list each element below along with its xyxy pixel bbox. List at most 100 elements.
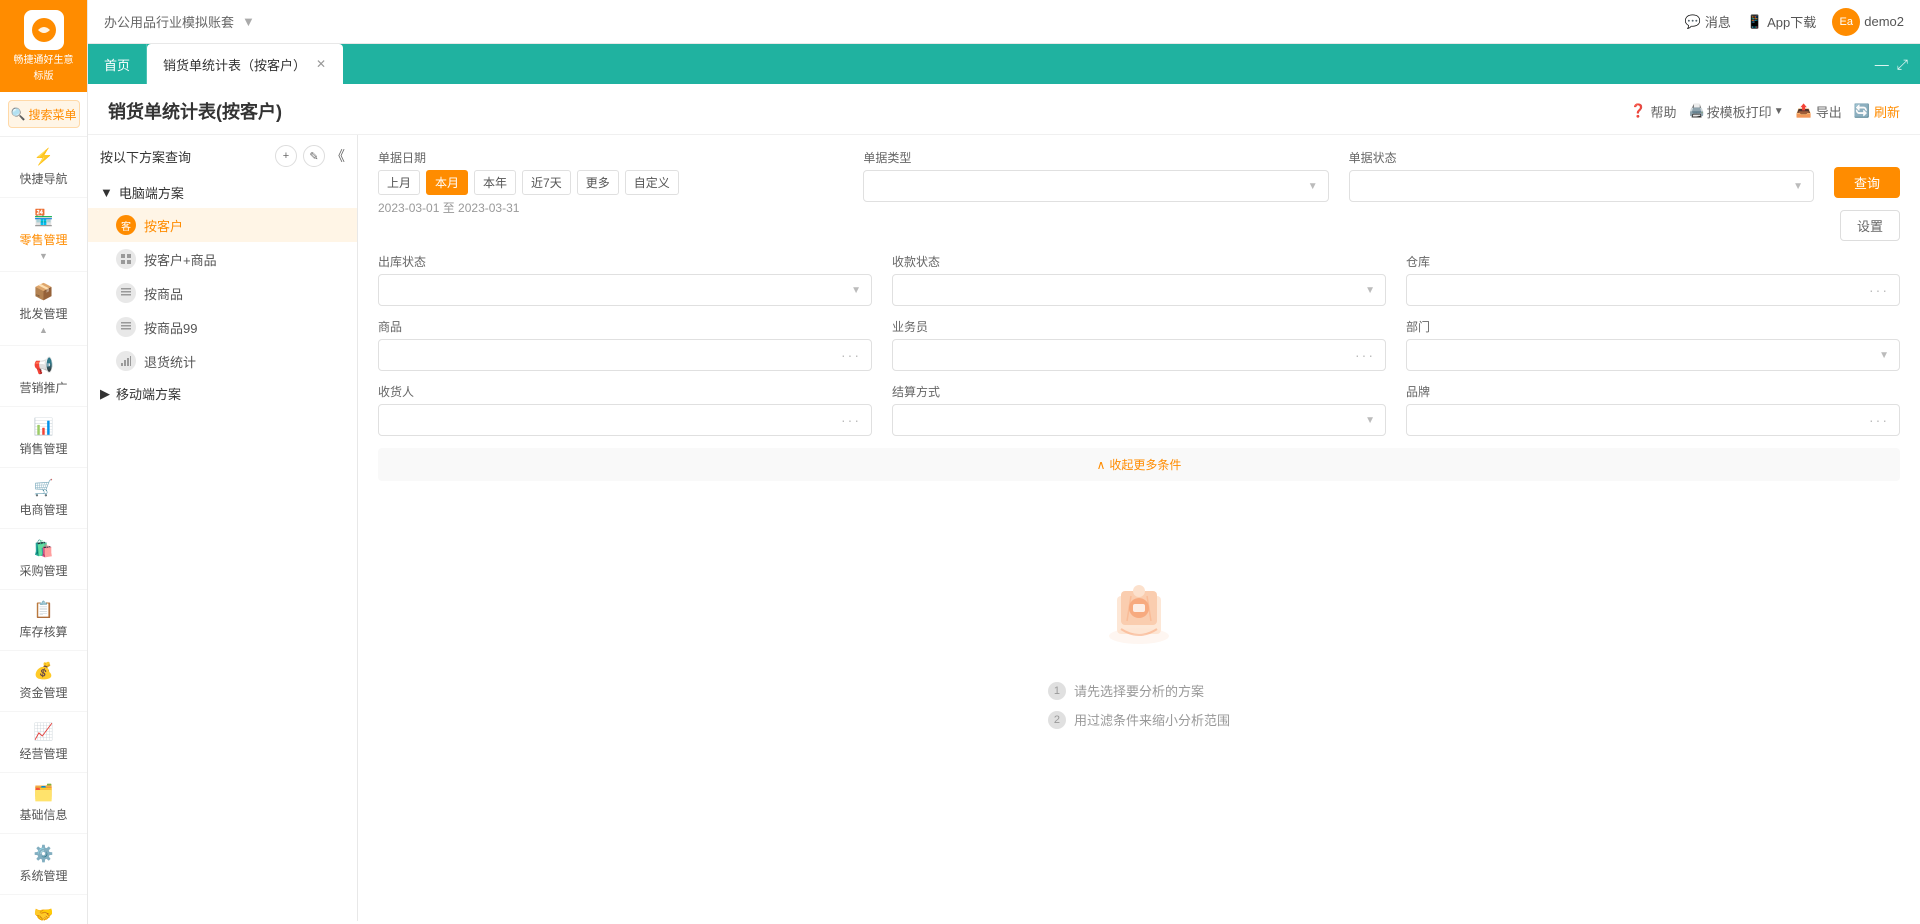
help-button[interactable]: ❓ 帮助	[1630, 102, 1676, 121]
add-scheme-button[interactable]: +	[275, 145, 297, 167]
sidebar-item-label-inventory: 库存核算	[19, 623, 67, 640]
sidebar-item-marketing[interactable]: 📢 营销推广	[0, 346, 87, 407]
date-btn-7days[interactable]: 近7天	[522, 170, 571, 195]
salesperson-label: 业务员	[892, 318, 1386, 335]
sidebar-item-basic[interactable]: 🗂️ 基础信息	[0, 773, 87, 834]
payment-method-label: 结算方式	[892, 383, 1386, 400]
query-button[interactable]: 查询	[1834, 167, 1900, 198]
sidebar-item-inventory[interactable]: 📋 库存核算	[0, 590, 87, 651]
avatar: Ea	[1832, 8, 1860, 36]
refresh-button[interactable]: 🔄 刷新	[1854, 102, 1900, 121]
edit-scheme-button[interactable]: ✎	[303, 145, 325, 167]
brand-dots: ···	[1869, 412, 1889, 428]
out-status-filter: 出库状态 ▼	[378, 253, 872, 306]
header-breadcrumb-area: 办公用品行业模拟账套 ▼	[104, 12, 255, 31]
search-menu-label: 搜索菜单	[28, 106, 76, 123]
doc-type-select[interactable]: ▼	[863, 170, 1328, 202]
tab-sales-stats[interactable]: 销货单统计表（按客户） ✕	[147, 44, 343, 84]
date-btn-last-month[interactable]: 上月	[378, 170, 420, 195]
message-button[interactable]: 💬 消息	[1685, 12, 1731, 31]
doc-status-select[interactable]: ▼	[1349, 170, 1814, 202]
tree-child-by-goods99[interactable]: 按商品99	[88, 310, 357, 344]
app-download-button[interactable]: 📱 App下载	[1747, 12, 1816, 31]
collapse-bar[interactable]: ∧ 收起更多条件	[378, 448, 1900, 481]
marketing-icon: 📢	[34, 356, 54, 376]
app-subtitle: 标版	[34, 67, 54, 82]
body-layout: 按以下方案查询 + ✎ 《 ▼ 电脑端方案 客	[88, 135, 1920, 921]
sidebar-item-label-sales: 销售管理	[19, 440, 67, 457]
retail-arrow: ▼	[39, 251, 48, 261]
tree-child-label-by-goods: 按商品	[144, 284, 183, 303]
sidebar-item-retail[interactable]: 🏪 零售管理 ▼	[0, 198, 87, 272]
sidebar-item-wholesale[interactable]: 📦 批发管理 ▲	[0, 272, 87, 346]
print-label: 按模板打印	[1707, 102, 1772, 121]
tree-arrow-desktop: ▼	[100, 185, 113, 200]
out-status-select[interactable]: ▼	[378, 274, 872, 306]
export-button[interactable]: 📤 导出	[1796, 102, 1842, 121]
date-btn-custom[interactable]: 自定义	[625, 170, 679, 195]
sidebar-item-sales[interactable]: 📊 销售管理	[0, 407, 87, 468]
sidebar-item-ecommerce[interactable]: 🛒 电商管理	[0, 468, 87, 529]
page-actions: ❓ 帮助 🖨️ 按模板打印 ▼ 📤 导出 🔄 刷新	[1630, 102, 1900, 121]
refresh-label: 刷新	[1874, 102, 1900, 121]
breadcrumb-dropdown-icon[interactable]: ▼	[242, 14, 255, 29]
tree-child-return-stats[interactable]: 退货统计	[88, 344, 357, 378]
brand-select[interactable]: ···	[1406, 404, 1900, 436]
finance-icon: 💰	[34, 661, 54, 681]
settings-button[interactable]: 设置	[1840, 210, 1900, 241]
goods-label: 商品	[378, 318, 872, 335]
tip-num-1: 1	[1048, 682, 1066, 700]
department-select[interactable]: ▼	[1406, 339, 1900, 371]
by-customer-goods-icon	[116, 249, 136, 269]
sidebar-item-label-quicknav: 快捷导航	[19, 170, 67, 187]
sidebar-item-label-finance: 资金管理	[19, 684, 67, 701]
out-status-label: 出库状态	[378, 253, 872, 270]
date-btn-more[interactable]: 更多	[577, 170, 619, 195]
collapse-panel-button[interactable]: 《	[331, 146, 345, 166]
wholesale-icon: 📦	[34, 282, 54, 302]
tab-sales-stats-label: 销货单统计表（按客户）	[163, 55, 306, 74]
sidebar-item-finance[interactable]: 💰 资金管理	[0, 651, 87, 712]
payment-method-select[interactable]: ▼	[892, 404, 1386, 436]
app-name: 畅捷通好生意	[14, 54, 74, 67]
tree-child-by-goods[interactable]: 按商品	[88, 276, 357, 310]
receiver-select[interactable]: ···	[378, 404, 872, 436]
empty-state: 1 请先选择要分析的方案 2 用过滤条件来缩小分析范围	[378, 481, 1900, 809]
top-header: 办公用品行业模拟账套 ▼ 💬 消息 📱 App下载 Ea demo2	[88, 0, 1920, 44]
tree-child-label-by-customer-goods: 按客户+商品	[144, 250, 217, 269]
tab-close-button[interactable]: ✕	[316, 57, 326, 71]
tab-minimize-icon[interactable]: —	[1875, 56, 1889, 72]
tab-maximize-icon[interactable]: ⤢	[1897, 56, 1908, 73]
print-icon: 🖨️	[1688, 103, 1704, 119]
tab-home[interactable]: 首页	[88, 44, 147, 84]
warehouse-select[interactable]: ···	[1406, 274, 1900, 306]
tree-parent-desktop[interactable]: ▼ 电脑端方案	[88, 177, 357, 208]
app-logo: 畅捷通好生意 标版	[0, 0, 87, 92]
sidebar-item-system[interactable]: ⚙️ 系统管理	[0, 834, 87, 895]
by-goods99-icon	[116, 317, 136, 337]
goods-select[interactable]: ···	[378, 339, 872, 371]
tree-child-by-customer-goods[interactable]: 按客户+商品	[88, 242, 357, 276]
doc-status-filter: 单据状态 ▼	[1349, 149, 1814, 202]
sidebar-item-enterprise[interactable]: 🤝 企业协同	[0, 895, 87, 924]
tree-child-by-customer[interactable]: 客 按客户	[88, 208, 357, 242]
salesperson-select[interactable]: ···	[892, 339, 1386, 371]
username: demo2	[1864, 14, 1904, 29]
doc-type-label: 单据类型	[863, 149, 1328, 166]
page: 销货单统计表(按客户) ❓ 帮助 🖨️ 按模板打印 ▼ 📤 导出	[88, 84, 1920, 924]
payment-status-select[interactable]: ▼	[892, 274, 1386, 306]
date-btn-this-month[interactable]: 本月	[426, 170, 468, 195]
date-btn-this-year[interactable]: 本年	[474, 170, 516, 195]
tree-parent-mobile[interactable]: ▶ 移动端方案	[88, 378, 357, 409]
sidebar-item-quicknav[interactable]: ⚡ 快捷导航	[0, 137, 87, 198]
empty-tip-2: 2 用过滤条件来缩小分析范围	[1048, 710, 1230, 729]
sidebar-item-purchase[interactable]: 🛍️ 采购管理	[0, 529, 87, 590]
print-button[interactable]: 🖨️ 按模板打印 ▼	[1688, 102, 1783, 121]
search-menu-button[interactable]: 🔍 搜索菜单	[8, 100, 80, 128]
help-icon: ❓	[1630, 103, 1646, 119]
tree-parent-label-mobile: 移动端方案	[116, 384, 181, 403]
sidebar-item-ops[interactable]: 📈 经营管理	[0, 712, 87, 773]
department-label: 部门	[1406, 318, 1900, 335]
user-menu[interactable]: Ea demo2	[1832, 8, 1904, 36]
salesperson-dots: ···	[1355, 347, 1375, 363]
